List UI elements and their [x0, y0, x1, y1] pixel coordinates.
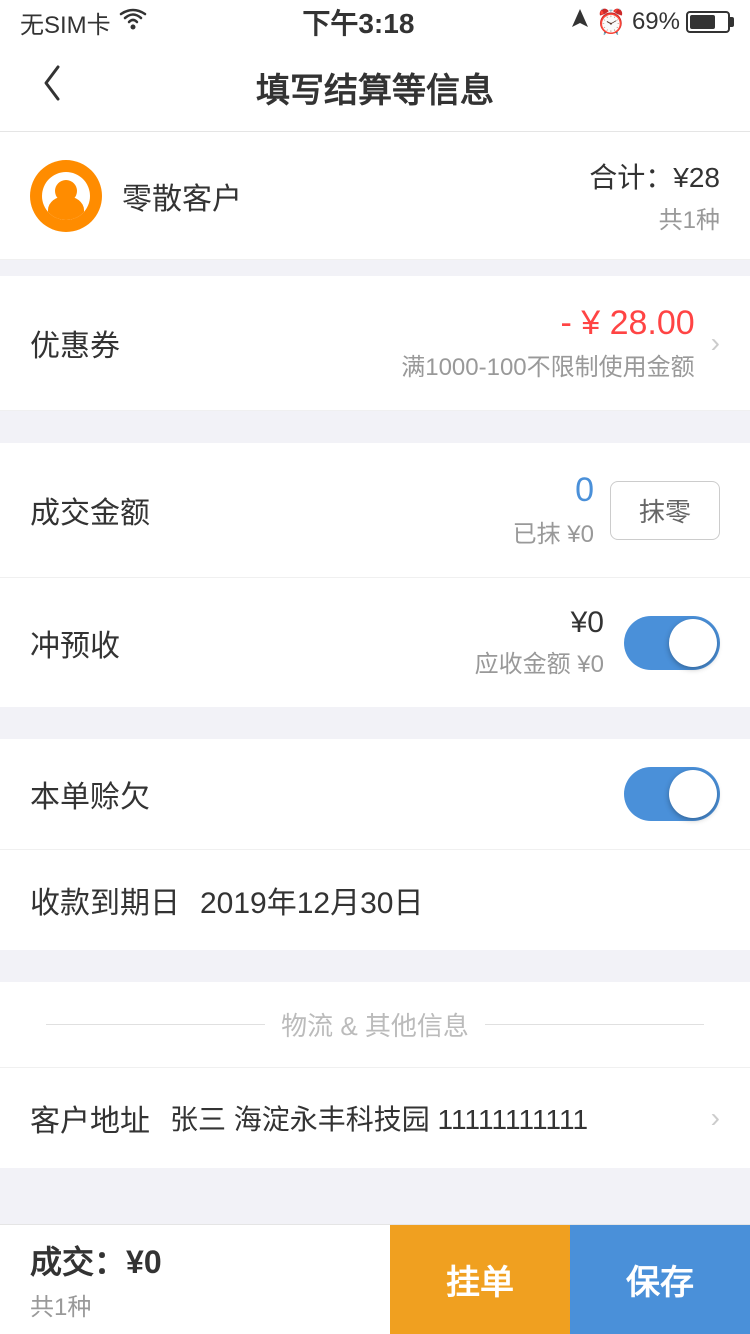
due-date-row: 收款到期日 2019年12月30日: [0, 850, 750, 950]
customer-section: 零散客户 合计：¥28 共1种: [0, 132, 750, 260]
credit-label: 本单赊欠: [30, 772, 150, 816]
customer-row: 零散客户 合计：¥28 共1种: [0, 132, 750, 260]
coupon-right: - ¥ 28.00 满1000-100不限制使用金额 ›: [401, 304, 720, 382]
toggle-knob: [669, 619, 717, 667]
coupon-amount: - ¥ 28.00: [401, 304, 694, 343]
coupon-section[interactable]: 优惠券 - ¥ 28.00 满1000-100不限制使用金额 ›: [0, 276, 750, 411]
customer-info: 零散客户: [30, 160, 242, 232]
transaction-detail: 0 已抹 ¥0: [513, 471, 594, 549]
already-rounded: 已抹 ¥0: [513, 514, 594, 549]
prepay-row: 冲预收 ¥0 应收金额 ¥0: [0, 578, 750, 707]
round-button[interactable]: 抹零: [610, 481, 720, 540]
prepay-toggle[interactable]: [624, 616, 720, 670]
prepay-amounts: ¥0 应收金额 ¥0: [475, 606, 604, 679]
content: 零散客户 合计：¥28 共1种 优惠券 - ¥ 28.00 满1000-100不…: [0, 132, 750, 1304]
chevron-right-icon: ›: [711, 327, 720, 359]
divider-3: [0, 966, 750, 982]
customer-total: 合计：¥28 共1种: [589, 156, 720, 235]
avatar-inner: [42, 172, 90, 220]
address-chevron-icon: ›: [711, 1102, 720, 1134]
transaction-value: 0: [513, 471, 594, 510]
back-button[interactable]: [30, 53, 74, 122]
battery-fill: [690, 15, 715, 29]
divider-2: [0, 723, 750, 739]
prepay-value: ¥0: [475, 606, 604, 640]
transaction-right: 0 已抹 ¥0 抹零: [513, 471, 720, 549]
coupon-row[interactable]: 优惠券 - ¥ 28.00 满1000-100不限制使用金额 ›: [0, 276, 750, 411]
status-time: 下午3:18: [302, 2, 414, 42]
page-title: 填写结算等信息: [256, 63, 494, 112]
divider-1: [0, 427, 750, 443]
bottom-bar: 成交：¥0 共1种 挂单 保存: [0, 1224, 750, 1334]
bottom-deal: 成交：¥0: [30, 1237, 360, 1283]
gps-icon: [570, 7, 590, 38]
logistics-header: 物流 & 其他信息: [0, 982, 750, 1067]
address-row[interactable]: 客户地址 张三 海淀永丰科技园 11111111111 ›: [0, 1067, 750, 1168]
wifi-icon: [119, 8, 147, 37]
transaction-label: 成交金额: [30, 488, 150, 532]
credit-row: 本单赊欠: [0, 739, 750, 850]
status-left: 无SIM卡: [20, 5, 147, 40]
due-date-value: 2019年12月30日: [200, 878, 423, 922]
customer-name: 零散客户: [122, 174, 242, 218]
nav-bar: 填写结算等信息: [0, 44, 750, 132]
coupon-desc: 满1000-100不限制使用金额: [401, 347, 694, 382]
battery-icon: [686, 11, 730, 33]
save-button[interactable]: 保存: [570, 1225, 750, 1334]
deal-amount: ¥0: [126, 1244, 162, 1280]
amount-section: 成交金额 0 已抹 ¥0 抹零 冲预收 ¥0 应收金额 ¥0: [0, 443, 750, 707]
credit-toggle-knob: [669, 770, 717, 818]
battery-percent: 69%: [632, 8, 680, 36]
deal-label: 成交：: [30, 1244, 126, 1280]
credit-toggle[interactable]: [624, 767, 720, 821]
prepay-receivable: 应收金额 ¥0: [475, 644, 604, 679]
status-right: ⏰ 69%: [570, 7, 730, 38]
total-amount: 合计：¥28: [589, 156, 720, 196]
pending-button[interactable]: 挂单: [390, 1225, 570, 1334]
status-bar: 无SIM卡 下午3:18 ⏰ 69%: [0, 0, 750, 44]
coupon-detail: - ¥ 28.00 满1000-100不限制使用金额: [401, 304, 694, 382]
credit-section: 本单赊欠 收款到期日 2019年12月30日: [0, 739, 750, 950]
prepay-label: 冲预收: [30, 621, 120, 665]
logistics-section: 物流 & 其他信息 客户地址 张三 海淀永丰科技园 11111111111 ›: [0, 982, 750, 1168]
coupon-label: 优惠券: [30, 321, 120, 365]
bottom-summary: 成交：¥0 共1种: [0, 1237, 390, 1322]
logistics-label: 物流 & 其他信息: [281, 1006, 469, 1043]
signal-text: 无SIM卡: [20, 5, 111, 40]
due-date-label: 收款到期日: [30, 878, 180, 922]
transaction-row: 成交金额 0 已抹 ¥0 抹零: [0, 443, 750, 578]
bottom-count: 共1种: [30, 1287, 360, 1322]
prepay-right: ¥0 应收金额 ¥0: [475, 606, 720, 679]
address-value: 张三 海淀永丰科技园 11111111111: [170, 1098, 711, 1138]
alarm-icon: ⏰: [596, 8, 626, 37]
customer-avatar: [30, 160, 102, 232]
address-label: 客户地址: [30, 1096, 150, 1140]
total-count: 共1种: [589, 200, 720, 235]
